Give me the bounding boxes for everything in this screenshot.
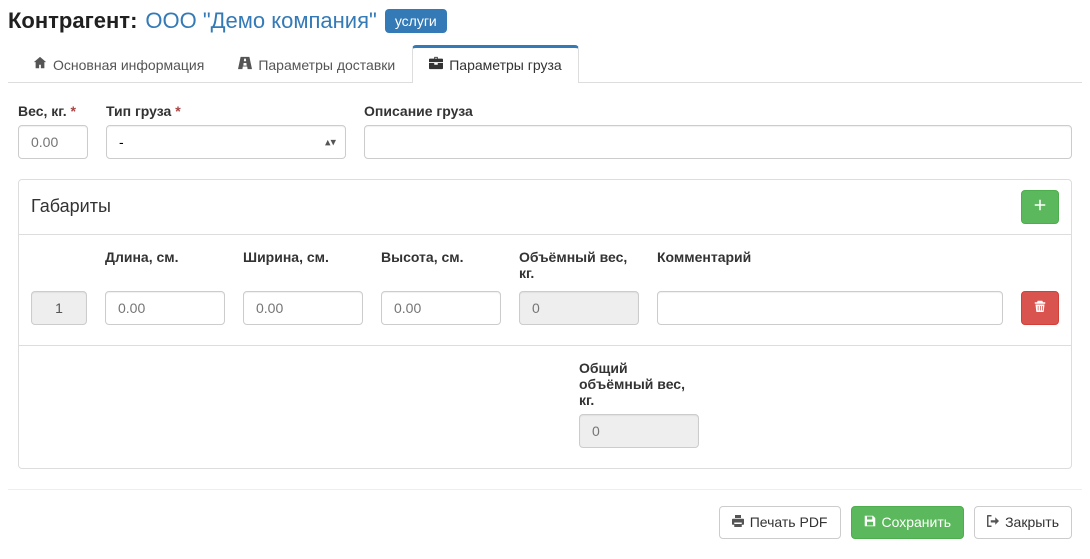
length-input[interactable] <box>105 291 225 325</box>
services-badge: услуги <box>385 9 447 33</box>
row-index-input <box>31 291 87 325</box>
dimensions-title: Габариты <box>31 196 111 217</box>
save-button[interactable]: Сохранить <box>851 506 965 540</box>
height-input[interactable] <box>381 291 501 325</box>
cargo-type-select[interactable]: - <box>106 125 346 159</box>
empty-label <box>31 249 87 285</box>
total-volweight-label: Общий объёмный вес, кг. <box>579 360 699 408</box>
cargo-desc-label: Описание груза <box>364 103 1072 119</box>
tab-label: Основная информация <box>53 57 204 73</box>
comment-label: Комментарий <box>657 249 1003 285</box>
home-icon <box>33 56 47 73</box>
weight-input[interactable] <box>18 125 88 159</box>
print-icon <box>732 513 744 533</box>
tabs: Основная информация Параметры доставки П… <box>8 44 1082 83</box>
trash-icon <box>1034 298 1046 318</box>
dimensions-panel: Габариты Длина, см. Ширина, см. Высо <box>18 179 1072 469</box>
total-volweight-input <box>579 414 699 448</box>
length-label: Длина, см. <box>105 249 225 285</box>
cargo-type-label: Тип груза * <box>106 103 346 119</box>
empty-label <box>1021 249 1059 285</box>
height-label: Высота, см. <box>381 249 501 285</box>
button-label: Сохранить <box>882 513 952 533</box>
briefcase-icon <box>429 56 443 73</box>
width-label: Ширина, см. <box>243 249 363 285</box>
plus-icon <box>1034 197 1046 217</box>
tab-label: Параметры доставки <box>258 57 395 73</box>
tab-label: Параметры груза <box>449 57 561 73</box>
delete-row-button[interactable] <box>1021 291 1059 325</box>
comment-input[interactable] <box>657 291 1003 325</box>
tab-cargo-params[interactable]: Параметры груза <box>412 45 578 83</box>
button-label: Печать PDF <box>750 513 828 533</box>
weight-label: Вес, кг. * <box>18 103 88 119</box>
button-label: Закрыть <box>1005 513 1059 533</box>
print-pdf-button[interactable]: Печать PDF <box>719 506 841 540</box>
signout-icon <box>987 513 999 533</box>
tab-delivery-params[interactable]: Параметры доставки <box>221 45 412 83</box>
width-input[interactable] <box>243 291 363 325</box>
save-icon <box>864 513 876 533</box>
company-link[interactable]: ООО "Демо компания" <box>145 8 376 34</box>
add-row-button[interactable] <box>1021 190 1059 224</box>
road-icon <box>238 56 252 73</box>
page-title-prefix: Контрагент: <box>8 8 137 34</box>
volweight-input <box>519 291 639 325</box>
volweight-label: Объёмный вес, кг. <box>519 249 639 285</box>
tab-main-info[interactable]: Основная информация <box>16 45 221 83</box>
cargo-desc-input[interactable] <box>364 125 1072 159</box>
close-button[interactable]: Закрыть <box>974 506 1072 540</box>
